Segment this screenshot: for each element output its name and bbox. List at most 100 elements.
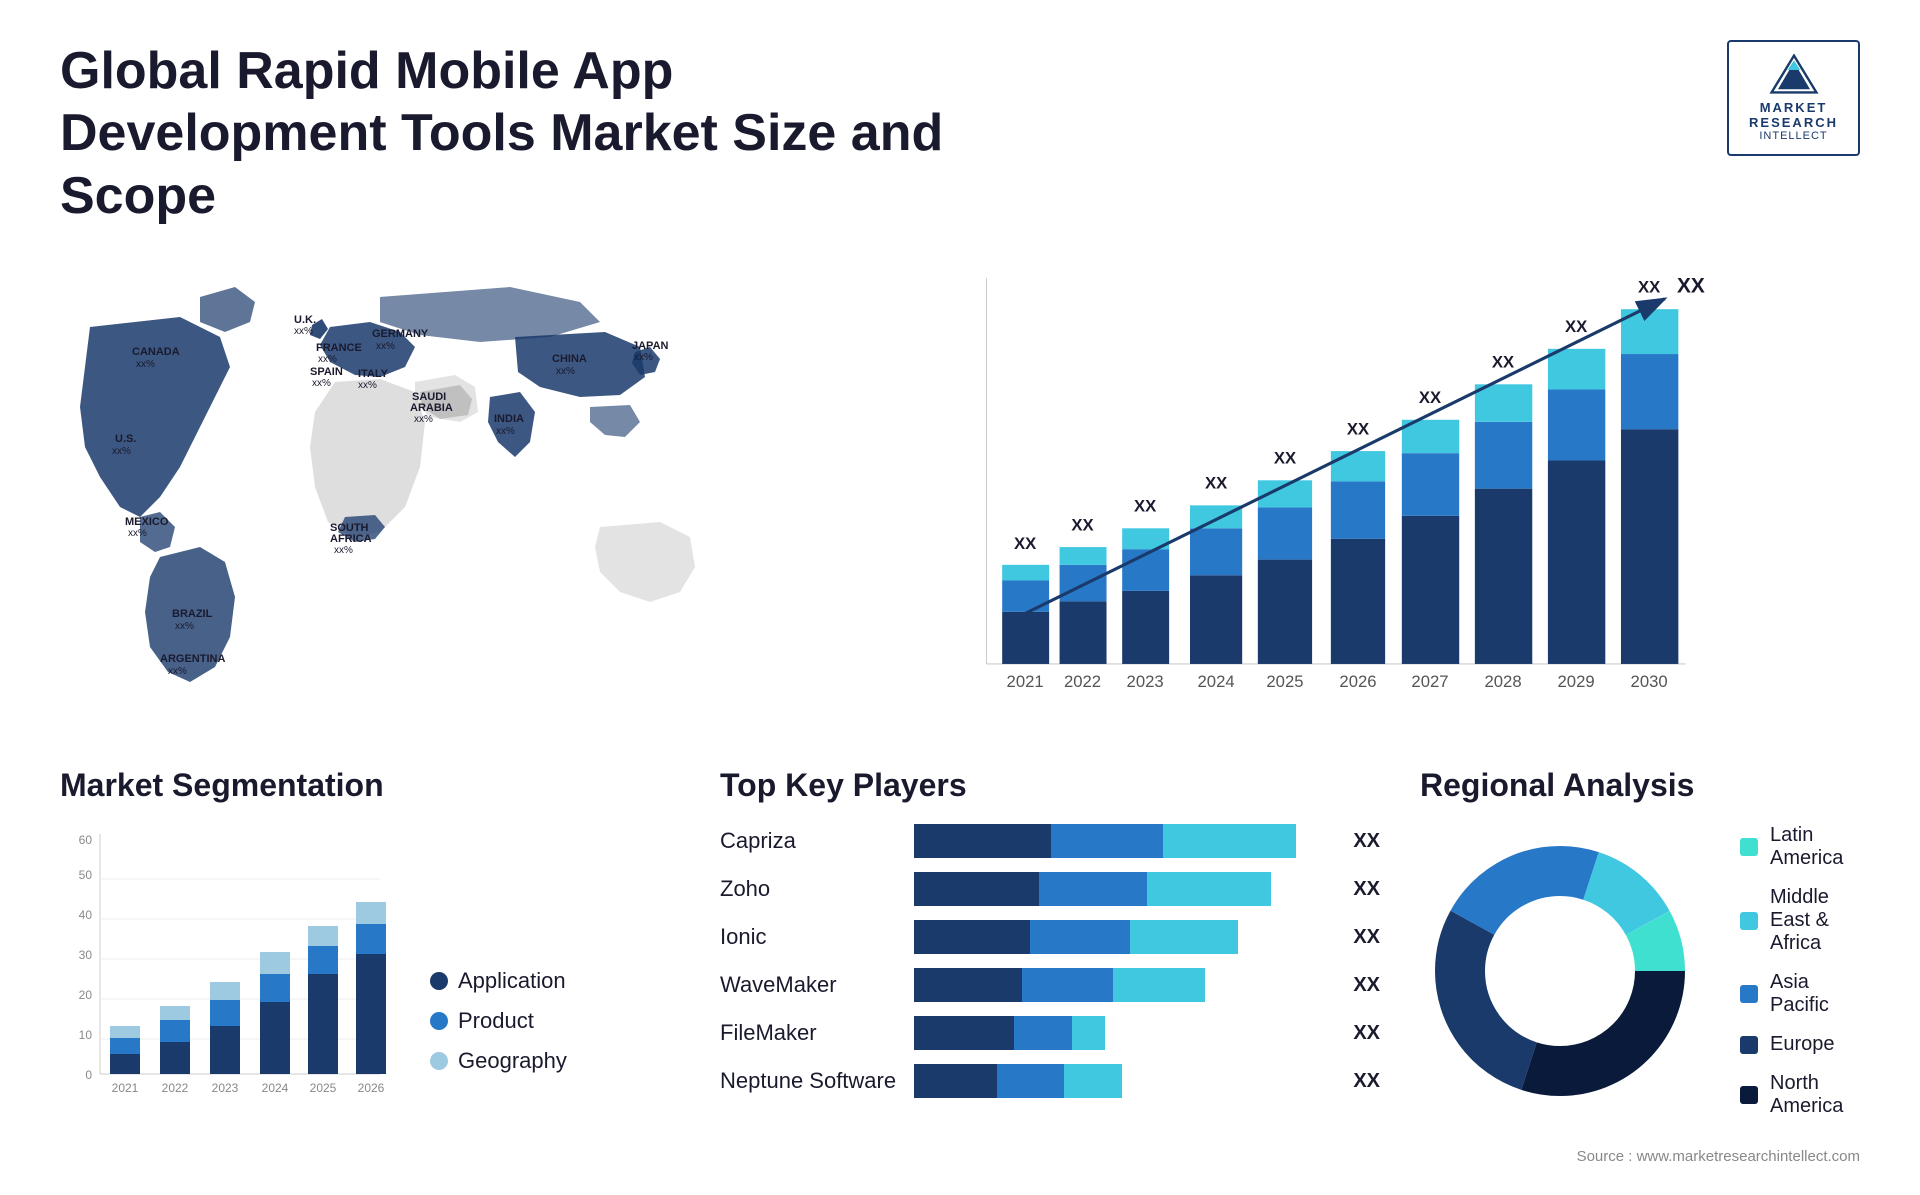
player-bar-filemaker (914, 1016, 1329, 1050)
regional-dot-europe (1740, 1036, 1758, 1054)
svg-text:FRANCE: FRANCE (316, 342, 362, 354)
regional-title: Regional Analysis (1420, 767, 1860, 804)
segmentation-bar-chart: 0 10 20 30 40 50 60 (60, 824, 400, 1104)
player-bar-seg2 (1022, 968, 1113, 1002)
player-bar-zoho (914, 872, 1329, 906)
svg-text:XX: XX (1274, 449, 1296, 468)
legend-item-product: Product (430, 1008, 567, 1034)
regional-label-mea: Middle East & Africa (1770, 886, 1860, 955)
player-label-zoho: XX (1353, 878, 1380, 901)
player-name-zoho: Zoho (720, 876, 900, 902)
world-map: CANADA xx% U.S. xx% MEXICO xx% BRAZIL xx… (60, 257, 720, 737)
player-bar-seg3 (1064, 1064, 1122, 1098)
svg-text:XX: XX (1205, 474, 1227, 493)
svg-text:2024: 2024 (1198, 672, 1235, 691)
regional-legend: Latin America Middle East & Africa Asia … (1740, 824, 1860, 1118)
svg-text:xx%: xx% (414, 414, 433, 425)
player-row-zoho: Zoho XX (720, 872, 1380, 906)
svg-text:SPAIN: SPAIN (310, 366, 343, 378)
player-bar-seg3 (1147, 872, 1272, 906)
svg-text:2023: 2023 (1127, 672, 1164, 691)
svg-text:U.S.: U.S. (115, 433, 136, 445)
regional-dot-asia-pacific (1740, 985, 1758, 1003)
segmentation-title: Market Segmentation (60, 767, 680, 804)
player-name-wavemaker: WaveMaker (720, 972, 900, 998)
svg-text:2028: 2028 (1484, 672, 1521, 691)
regional-label-north-america: North America (1770, 1072, 1860, 1118)
player-row-capriza: Capriza XX (720, 824, 1380, 858)
player-label-capriza: XX (1353, 830, 1380, 853)
player-bar-neptune (914, 1064, 1329, 1098)
regional-dot-latin-america (1740, 838, 1758, 856)
trend-chart-section: XX XX XX XX XX (760, 257, 1860, 737)
legend-label-product: Product (458, 1008, 534, 1034)
player-label-ionic: XX (1353, 926, 1380, 949)
player-row-wavemaker: WaveMaker XX (720, 968, 1380, 1002)
logo: MARKET RESEARCH INTELLECT (1727, 40, 1860, 156)
svg-text:XX: XX (1134, 497, 1156, 516)
svg-text:xx%: xx% (136, 359, 155, 370)
svg-text:GERMANY: GERMANY (372, 328, 429, 340)
regional-legend-latin-america: Latin America (1740, 824, 1860, 870)
player-label-wavemaker: XX (1353, 974, 1380, 997)
player-bar-wavemaker (914, 968, 1329, 1002)
donut-legend-area: Latin America Middle East & Africa Asia … (1420, 824, 1860, 1118)
svg-text:xx%: xx% (318, 354, 337, 365)
logo-text-line3: INTELLECT (1759, 130, 1827, 142)
player-bar-seg1 (914, 872, 1039, 906)
regional-section: Regional Analysis (1420, 767, 1860, 1165)
players-title: Top Key Players (720, 767, 1380, 804)
svg-text:XX: XX (1638, 278, 1660, 297)
logo-text-line1: MARKET (1760, 100, 1828, 115)
svg-text:50: 50 (79, 868, 93, 882)
svg-text:2025: 2025 (310, 1081, 337, 1095)
player-bar-seg3 (1113, 968, 1204, 1002)
svg-text:10: 10 (79, 1028, 93, 1042)
svg-text:XX: XX (1677, 275, 1705, 298)
svg-text:xx%: xx% (312, 378, 331, 389)
legend-dot-application (430, 972, 448, 990)
svg-text:0: 0 (85, 1068, 92, 1082)
svg-text:CANADA: CANADA (132, 346, 180, 358)
content-grid: CANADA xx% U.S. xx% MEXICO xx% BRAZIL xx… (60, 257, 1860, 1165)
svg-text:XX: XX (1492, 353, 1514, 372)
source-line: Source : www.marketresearchintellect.com (1420, 1148, 1860, 1165)
regional-legend-asia-pacific: Asia Pacific (1740, 971, 1860, 1017)
page-title: Global Rapid Mobile App Development Tool… (60, 40, 960, 227)
legend-item-application: Application (430, 968, 567, 994)
logo-text-line2: RESEARCH (1749, 115, 1838, 130)
player-name-ionic: Ionic (720, 924, 900, 950)
player-label-filemaker: XX (1353, 1022, 1380, 1045)
player-bar-seg2 (997, 1064, 1063, 1098)
svg-text:xx%: xx% (294, 326, 313, 337)
player-bar-seg1 (914, 920, 1030, 954)
regional-label-latin-america: Latin America (1770, 824, 1860, 870)
svg-text:xx%: xx% (175, 621, 194, 632)
player-bar-seg2 (1039, 872, 1147, 906)
segmentation-section: Market Segmentation 0 10 20 30 40 (60, 767, 680, 1165)
player-bar-seg2 (1014, 1016, 1072, 1050)
player-row-filemaker: FileMaker XX (720, 1016, 1380, 1050)
svg-text:XX: XX (1014, 534, 1036, 553)
player-label-neptune: XX (1353, 1070, 1380, 1093)
player-bar-seg2 (1051, 824, 1163, 858)
svg-text:2021: 2021 (1007, 672, 1044, 691)
svg-text:xx%: xx% (112, 446, 131, 457)
svg-text:30: 30 (79, 948, 93, 962)
legend-label-application: Application (458, 968, 566, 994)
svg-text:2025: 2025 (1266, 672, 1303, 691)
svg-text:AFRICA: AFRICA (330, 533, 372, 545)
svg-text:CHINA: CHINA (552, 353, 587, 365)
svg-text:2022: 2022 (162, 1081, 189, 1095)
player-name-capriza: Capriza (720, 828, 900, 854)
segmentation-chart-area: 0 10 20 30 40 50 60 (60, 824, 680, 1104)
svg-text:XX: XX (1071, 516, 1093, 535)
svg-text:ARGENTINA: ARGENTINA (160, 653, 225, 665)
svg-text:2026: 2026 (1339, 672, 1376, 691)
donut-chart (1420, 831, 1700, 1111)
map-section: CANADA xx% U.S. xx% MEXICO xx% BRAZIL xx… (60, 257, 720, 737)
svg-text:2027: 2027 (1411, 672, 1448, 691)
player-bar-seg3 (1130, 920, 1238, 954)
legend-item-geography: Geography (430, 1048, 567, 1074)
segmentation-legend: Application Product Geography (430, 968, 567, 1104)
